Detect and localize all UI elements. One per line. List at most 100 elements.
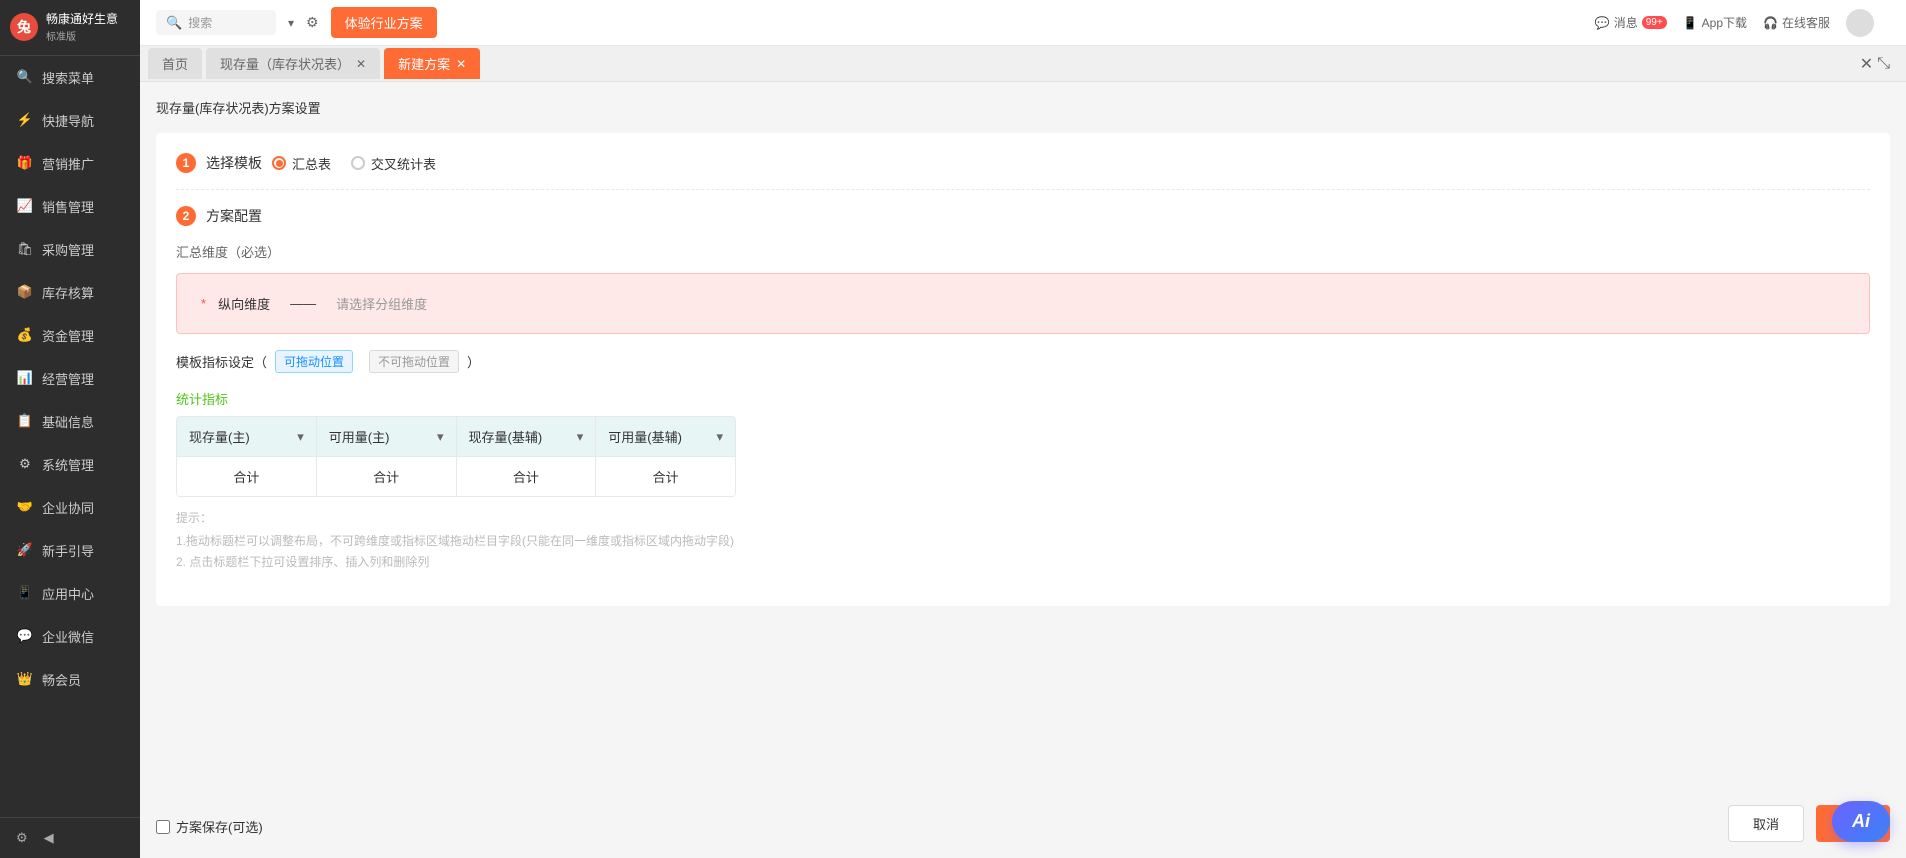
col-current-main[interactable]: 现存量(主) ▾: [177, 417, 317, 456]
search-placeholder: 搜索: [188, 14, 212, 31]
sidebar-item-appcenter[interactable]: 📱 应用中心: [0, 572, 140, 615]
tab-home[interactable]: 首页: [148, 48, 202, 79]
online-service-button[interactable]: 🎧 在线客服: [1763, 14, 1830, 31]
dimension-required-star: *: [201, 296, 206, 311]
page-title: 现存量(库存状况表)方案设置: [156, 98, 1890, 117]
save-checkbox[interactable]: [156, 820, 170, 834]
window-expand-btn[interactable]: ⤡: [1877, 55, 1890, 73]
sidebar-item-marketing[interactable]: 🎁 营销推广: [0, 142, 140, 185]
dimension-area[interactable]: * 纵向维度 —— 请选择分组维度: [176, 273, 1870, 334]
app-download-button[interactable]: 📱 App下载: [1683, 14, 1747, 31]
dimension-dash: ——: [290, 296, 316, 311]
draggable-badge: 可拖动位置: [275, 350, 353, 373]
sidebar-item-label: 企业微信: [42, 627, 94, 646]
sidebar-item-search[interactable]: 🔍 搜索菜单: [0, 56, 140, 99]
tab-new-plan[interactable]: 新建方案 ✕: [384, 48, 480, 79]
step2-row: 2 方案配置: [176, 206, 1870, 226]
cell-current-aux-value: 合计: [513, 467, 539, 486]
tab-inventory-close[interactable]: ✕: [356, 57, 366, 71]
tab-inventory[interactable]: 现存量（库存状况表） ✕: [206, 48, 380, 79]
sidebar-item-basics[interactable]: 📋 基础信息: [0, 400, 140, 443]
radio-summary-label: 汇总表: [292, 154, 331, 173]
ai-bubble[interactable]: Ai: [1832, 801, 1890, 842]
finance-icon: 💰: [16, 326, 34, 344]
topbar-dropdown[interactable]: ▾: [288, 16, 294, 30]
cell-available-main: 合计: [317, 456, 457, 496]
tips-title: 提示：: [176, 509, 1870, 526]
sidebar: 兔 畅康通好生意 标准版 🔍 搜索菜单 ⚡ 快捷导航 🎁 营销推广 📈 销售管理…: [0, 0, 140, 858]
radio-cross-circle: [351, 156, 365, 170]
user-avatar[interactable]: [1846, 9, 1874, 37]
sidebar-item-sales[interactable]: 📈 销售管理: [0, 185, 140, 228]
purchase-icon: 🛍: [16, 240, 34, 258]
radio-cross-label: 交叉统计表: [371, 154, 436, 173]
settings-footer-icon[interactable]: ⚙: [16, 830, 28, 846]
col-available-aux[interactable]: 可用量(基辅) ▾: [596, 417, 735, 456]
col-current-aux[interactable]: 现存量(基辅) ▾: [457, 417, 597, 456]
sidebar-item-label: 资金管理: [42, 326, 94, 345]
sidebar-item-collab[interactable]: 🤝 企业协同: [0, 486, 140, 529]
tab-new-plan-label: 新建方案: [398, 54, 450, 73]
sidebar-item-guide[interactable]: 🚀 新手引导: [0, 529, 140, 572]
col-available-main[interactable]: 可用量(主) ▾: [317, 417, 457, 456]
col-available-aux-dropdown[interactable]: ▾: [716, 429, 723, 445]
cell-current-main: 合计: [177, 456, 317, 496]
save-option: 方案保存(可选): [156, 817, 263, 836]
stats-section: 统计指标 现存量(主) ▾ 可用量(主) ▾ 现存量(基辅): [176, 389, 1870, 497]
topbar-right: 💬 消息 99+ 📱 App下载 🎧 在线客服: [1595, 9, 1890, 37]
undraggable-badge: 不可拖动位置: [369, 350, 459, 373]
window-close-btn[interactable]: ✕: [1860, 54, 1873, 74]
cell-available-aux: 合计: [596, 456, 735, 496]
logo-icon: 兔: [10, 13, 38, 41]
sidebar-item-system[interactable]: ⚙ 系统管理: [0, 443, 140, 486]
stats-table-header: 现存量(主) ▾ 可用量(主) ▾ 现存量(基辅) ▾ 可用量(基辅): [177, 417, 735, 456]
online-service-label: 在线客服: [1782, 14, 1830, 31]
col-current-main-dropdown[interactable]: ▾: [297, 429, 304, 445]
system-icon: ⚙: [16, 455, 34, 473]
search-icon: 🔍: [16, 68, 34, 86]
cancel-button[interactable]: 取消: [1728, 805, 1804, 842]
col-current-aux-dropdown[interactable]: ▾: [577, 429, 584, 445]
col-current-aux-label: 现存量(基辅): [469, 427, 543, 446]
window-controls: ✕ ⤡: [1852, 54, 1898, 74]
col-available-aux-label: 可用量(基辅): [608, 427, 682, 446]
radio-summary[interactable]: 汇总表: [272, 154, 331, 173]
sidebar-item-weixin[interactable]: 💬 企业微信: [0, 615, 140, 658]
sidebar-item-label: 采购管理: [42, 240, 94, 259]
col-available-main-dropdown[interactable]: ▾: [437, 429, 444, 445]
messages-button[interactable]: 💬 消息 99+: [1595, 14, 1667, 31]
sidebar-item-member[interactable]: 👑 畅会员: [0, 658, 140, 701]
sidebar-item-inventory[interactable]: 📦 库存核算: [0, 271, 140, 314]
content-area: 现存量(库存状况表)方案设置 1 选择模板 汇总表 交叉统计表: [140, 82, 1906, 858]
sidebar-item-quicknav[interactable]: ⚡ 快捷导航: [0, 99, 140, 142]
sidebar-item-label: 搜索菜单: [42, 68, 94, 87]
search-icon-top: 🔍: [166, 15, 182, 31]
tips-item-1: 1.拖动标题栏可以调整布局，不可跨维度或指标区域拖动栏目字段(只能在同一维度或指…: [176, 532, 1870, 549]
col-current-main-label: 现存量(主): [189, 427, 250, 446]
inventory-icon: 📦: [16, 283, 34, 301]
collapse-footer-icon[interactable]: ◀: [44, 830, 54, 846]
sidebar-item-label: 经营管理: [42, 369, 94, 388]
app-download-label: App下载: [1702, 14, 1747, 31]
sidebar-item-label: 基础信息: [42, 412, 94, 431]
tab-home-label: 首页: [162, 54, 188, 73]
sidebar-item-finance[interactable]: 💰 资金管理: [0, 314, 140, 357]
sidebar-logo: 兔 畅康通好生意 标准版: [0, 0, 140, 56]
trial-button[interactable]: 体验行业方案: [331, 7, 437, 38]
indicator-label-close: ）: [467, 352, 480, 371]
topbar-gear-icon[interactable]: ⚙: [306, 14, 319, 31]
dimension-section-label: 汇总维度（必选）: [176, 242, 1870, 261]
sidebar-item-label: 应用中心: [42, 584, 94, 603]
sidebar-item-operations[interactable]: 📊 经营管理: [0, 357, 140, 400]
cell-available-aux-value: 合计: [653, 467, 679, 486]
tab-new-plan-close[interactable]: ✕: [456, 57, 466, 71]
sidebar-nav: 🔍 搜索菜单 ⚡ 快捷导航 🎁 营销推广 📈 销售管理 🛍 采购管理 📦 库存核…: [0, 56, 140, 817]
tab-inventory-label: 现存量（库存状况表）: [220, 54, 350, 73]
topbar-search-box[interactable]: 🔍 搜索: [156, 10, 276, 35]
radio-summary-circle: [272, 156, 286, 170]
save-label: 方案保存(可选): [176, 817, 263, 836]
tips-item-2: 2. 点击标题栏下拉可设置排序、插入列和删除列: [176, 553, 1870, 570]
sidebar-item-purchase[interactable]: 🛍 采购管理: [0, 228, 140, 271]
radio-cross[interactable]: 交叉统计表: [351, 154, 436, 173]
step2-title: 方案配置: [206, 206, 262, 226]
